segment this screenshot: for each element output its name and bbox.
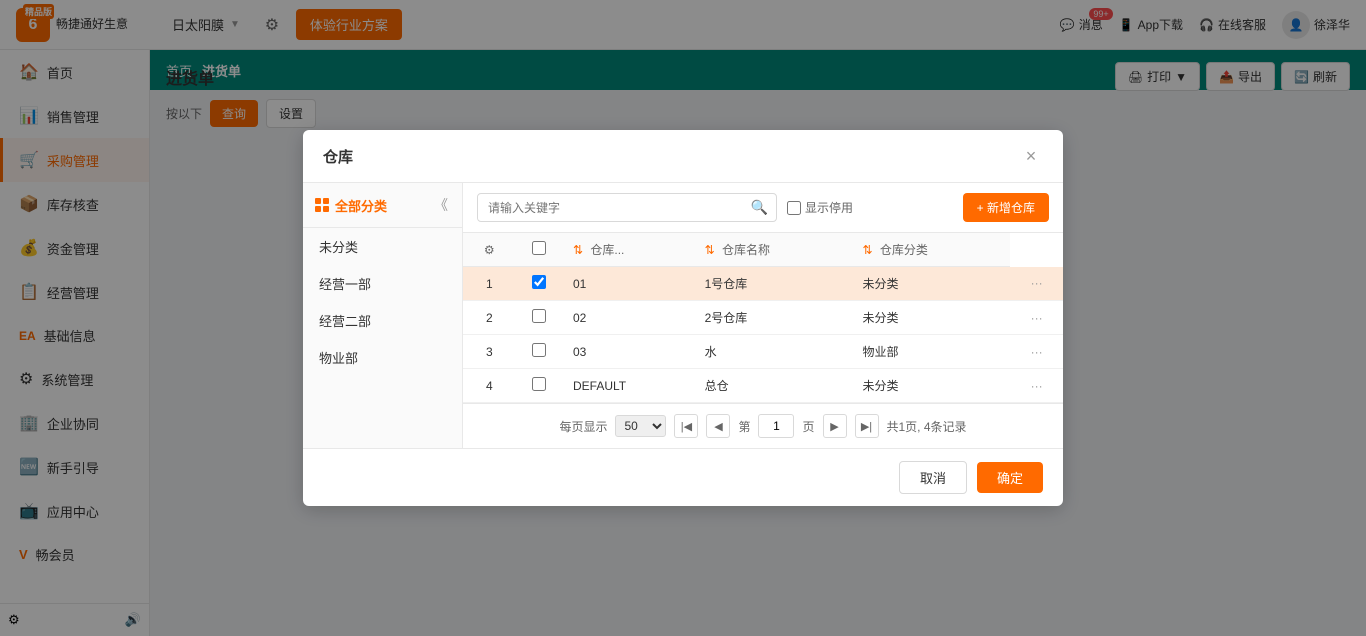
last-page-btn[interactable]: ▶| [855, 414, 879, 438]
modal-title: 仓库 [323, 146, 353, 167]
data-toolbar: 🔍 显示停用 + 新增仓库 [463, 183, 1063, 233]
pagination-bar: 每页显示 50 10 20 100 |◀ ◀ 第 页 [463, 403, 1063, 448]
row-more-btn[interactable]: ··· [1010, 301, 1063, 335]
search-btn[interactable]: 🔍 [743, 194, 776, 221]
category-all-btn[interactable]: 全部分类 [315, 196, 387, 215]
table-header-row: ⚙ ⇅ 仓库... [463, 233, 1063, 267]
table-row[interactable]: 2 02 2号仓库 未分类 ··· [463, 301, 1063, 335]
collapse-panel-btn[interactable]: 《 [432, 193, 450, 217]
category-panel: 全部分类 《 未分类 经营一部 经营二部 [303, 183, 463, 448]
first-page-btn[interactable]: |◀ [674, 414, 698, 438]
show-disabled-label: 显示停用 [787, 199, 853, 216]
row-more-btn[interactable]: ··· [1010, 335, 1063, 369]
category-item-dept2[interactable]: 经营二部 [303, 302, 462, 339]
row-name: 水 [695, 335, 853, 369]
row-name: 1号仓库 [695, 267, 853, 301]
select-all-checkbox[interactable] [532, 241, 546, 255]
row-code: DEFAULT [563, 369, 695, 403]
row-category: 未分类 [852, 369, 1010, 403]
row-checkbox[interactable] [532, 309, 546, 323]
col-header-code: ⇅ 仓库... [563, 233, 695, 267]
row-checkbox[interactable] [532, 275, 546, 289]
cancel-btn[interactable]: 取消 [899, 461, 967, 494]
row-index: 4 [463, 369, 516, 403]
data-panel: 🔍 显示停用 + 新增仓库 [463, 183, 1063, 448]
sort-name-icon: ⇅ [705, 243, 715, 257]
per-page-select[interactable]: 50 10 20 100 [615, 415, 666, 437]
modal-backdrop: 仓库 × 全部分类 《 [150, 50, 1366, 636]
row-checkbox[interactable] [532, 343, 546, 357]
row-name: 总仓 [695, 369, 853, 403]
prev-page-btn[interactable]: ◀ [706, 414, 730, 438]
table-row[interactable]: 3 03 水 物业部 ··· [463, 335, 1063, 369]
row-index: 3 [463, 335, 516, 369]
modal-footer: 取消 确定 [303, 448, 1063, 506]
category-item-property[interactable]: 物业部 [303, 339, 462, 376]
row-category: 物业部 [852, 335, 1010, 369]
row-checkbox[interactable] [532, 377, 546, 391]
row-check-cell [516, 335, 563, 369]
row-more-btn[interactable]: ··· [1010, 369, 1063, 403]
modal-header: 仓库 × [303, 130, 1063, 183]
modal-body: 全部分类 《 未分类 经营一部 经营二部 [303, 183, 1063, 448]
category-header: 全部分类 《 [303, 183, 462, 228]
category-item-unclassified[interactable]: 未分类 [303, 228, 462, 265]
modal-close-btn[interactable]: × [1019, 144, 1043, 168]
row-check-cell [516, 301, 563, 335]
row-code: 02 [563, 301, 695, 335]
row-category: 未分类 [852, 267, 1010, 301]
page-input[interactable] [758, 414, 794, 438]
row-index: 1 [463, 267, 516, 301]
row-category: 未分类 [852, 301, 1010, 335]
next-page-btn[interactable]: ▶ [823, 414, 847, 438]
sort-cat-icon: ⇅ [862, 243, 872, 257]
col-header-gear: ⚙ [463, 233, 516, 267]
add-warehouse-btn[interactable]: + 新增仓库 [963, 193, 1049, 222]
row-name: 2号仓库 [695, 301, 853, 335]
category-item-dept1[interactable]: 经营一部 [303, 265, 462, 302]
row-code: 03 [563, 335, 695, 369]
row-index: 2 [463, 301, 516, 335]
row-check-cell [516, 267, 563, 301]
show-disabled-checkbox[interactable] [787, 201, 801, 215]
grid-icon [315, 198, 329, 212]
main-content: 首页 进货单 ✕ ⬜ 进货单 🖨 打印 ▼ 📤 导出 [150, 50, 1366, 636]
search-wrap: 🔍 [477, 193, 777, 222]
confirm-btn[interactable]: 确定 [977, 462, 1043, 493]
col-header-category: ⇅ 仓库分类 [852, 233, 1010, 267]
table-row[interactable]: 4 DEFAULT 总仓 未分类 ··· [463, 369, 1063, 403]
search-input[interactable] [478, 196, 743, 220]
table-row[interactable]: 1 01 1号仓库 未分类 ··· [463, 267, 1063, 301]
sort-code-icon: ⇅ [573, 243, 583, 257]
col-header-name: ⇅ 仓库名称 [695, 233, 853, 267]
warehouse-modal: 仓库 × 全部分类 《 [303, 130, 1063, 506]
warehouse-table: ⚙ ⇅ 仓库... [463, 233, 1063, 403]
row-more-btn[interactable]: ··· [1010, 267, 1063, 301]
table-wrap: ⚙ ⇅ 仓库... [463, 233, 1063, 403]
col-header-check [516, 233, 563, 267]
row-check-cell [516, 369, 563, 403]
row-code: 01 [563, 267, 695, 301]
main-layout: 🏠 首页 📊 销售管理 🛒 采购管理 📦 库存核查 💰 资金管理 📋 经营管理 … [0, 50, 1366, 636]
